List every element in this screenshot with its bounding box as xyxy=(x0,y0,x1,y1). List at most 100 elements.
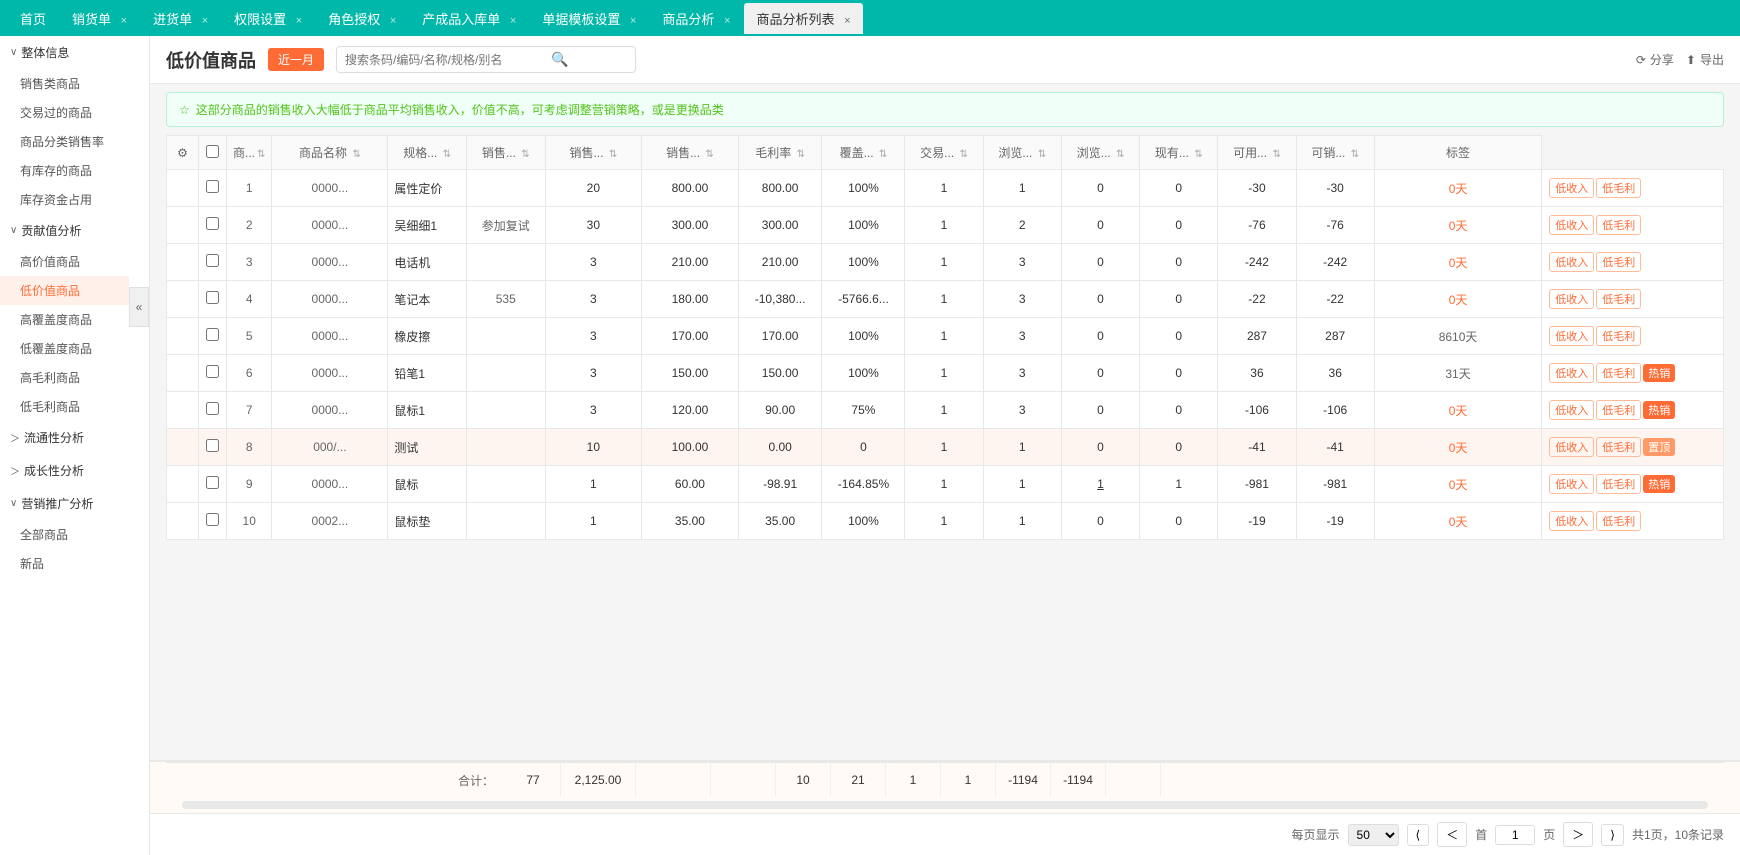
horizontal-scrollbar[interactable] xyxy=(182,801,1708,809)
nav-home[interactable]: 首页 xyxy=(8,3,58,34)
td-checkbox[interactable] xyxy=(199,466,227,503)
th-spec[interactable]: 规格... ⇅ xyxy=(388,136,467,170)
td-name[interactable]: 测试 xyxy=(388,429,467,466)
td-view1[interactable]: 0 xyxy=(1061,207,1139,244)
th-trade[interactable]: 交易... ⇅ xyxy=(905,136,983,170)
td-checkbox[interactable] xyxy=(199,318,227,355)
th-view1[interactable]: 浏览... ⇅ xyxy=(983,136,1061,170)
td-name[interactable]: 属性定价 xyxy=(388,170,467,207)
th-sale-qty[interactable]: 销售... ⇅ xyxy=(466,136,545,170)
td-checkbox[interactable] xyxy=(199,429,227,466)
nav-permissions[interactable]: 权限设置 × xyxy=(222,3,314,34)
sidebar-item-low-coverage[interactable]: 低覆盖度商品 xyxy=(0,334,129,363)
sidebar-section-growth[interactable]: ＞ 成长性分析 xyxy=(0,454,129,487)
td-view1[interactable]: 0 xyxy=(1061,170,1139,207)
row-checkbox[interactable] xyxy=(206,365,219,378)
row-checkbox[interactable] xyxy=(206,513,219,526)
last-page-button[interactable]: ⟩ xyxy=(1601,824,1624,846)
sidebar-item-high-value[interactable]: 高价值商品 xyxy=(0,247,129,276)
td-checkbox[interactable] xyxy=(199,503,227,540)
nav-roles[interactable]: 角色授权 × xyxy=(316,3,408,34)
row-checkbox[interactable] xyxy=(206,291,219,304)
sidebar-item-category-rate[interactable]: 商品分类销售率 xyxy=(0,127,129,156)
nav-analysis[interactable]: 商品分析 × xyxy=(650,3,742,34)
export-button[interactable]: ⬆ 导出 xyxy=(1686,51,1724,68)
row-checkbox[interactable] xyxy=(206,402,219,415)
td-view1[interactable]: 1 xyxy=(1061,466,1139,503)
first-page-button[interactable]: ⟨ xyxy=(1407,824,1430,846)
next-page-button[interactable]: ＞ xyxy=(1563,822,1593,847)
td-name[interactable]: 鼠标垫 xyxy=(388,503,467,540)
close-purchase-icon[interactable]: × xyxy=(202,15,208,27)
sidebar-item-high-profit[interactable]: 高毛利商品 xyxy=(0,363,129,392)
close-perm-icon[interactable]: × xyxy=(296,15,302,27)
table-container[interactable]: ⚙ 商...⇅ 商品名称 ⇅ 规格... ⇅ 销售... ⇅ 销售... ⇅ 销… xyxy=(150,135,1740,760)
share-button[interactable]: ⟳ 分享 xyxy=(1636,51,1674,68)
th-view2[interactable]: 浏览... ⇅ xyxy=(1061,136,1139,170)
th-coverage[interactable]: 覆盖... ⇅ xyxy=(822,136,905,170)
close-roles-icon[interactable]: × xyxy=(390,15,396,27)
select-all-checkbox[interactable] xyxy=(206,145,219,158)
prev-page-button[interactable]: ＜ xyxy=(1437,822,1467,847)
close-templates-icon[interactable]: × xyxy=(630,15,636,27)
sidebar-section-contribution[interactable]: ∨ 贡献值分析 xyxy=(0,214,129,247)
sidebar-item-capital[interactable]: 库存资金占用 xyxy=(0,185,129,214)
sidebar-item-stocked[interactable]: 有库存的商品 xyxy=(0,156,129,185)
nav-templates[interactable]: 单据模板设置 × xyxy=(530,3,648,34)
close-analysis-icon[interactable]: × xyxy=(724,15,730,27)
nav-products[interactable]: 产成品入库单 × xyxy=(410,3,528,34)
current-page-input[interactable] xyxy=(1495,825,1535,845)
close-analysis-list-icon[interactable]: × xyxy=(844,15,850,27)
row-checkbox[interactable] xyxy=(206,476,219,489)
nav-purchase[interactable]: 进货单 × xyxy=(141,3,220,34)
td-checkbox[interactable] xyxy=(199,244,227,281)
filter-recent-month-button[interactable]: 近一月 xyxy=(268,48,324,71)
sidebar-section-flow[interactable]: ＞ 流通性分析 xyxy=(0,421,129,454)
th-margin[interactable]: 毛利率 ⇅ xyxy=(738,136,822,170)
per-page-select[interactable]: 50 100 200 xyxy=(1348,824,1399,846)
row-checkbox[interactable] xyxy=(206,180,219,193)
td-checkbox[interactable] xyxy=(199,355,227,392)
td-view1[interactable]: 0 xyxy=(1061,244,1139,281)
sidebar-item-low-profit[interactable]: 低毛利商品 xyxy=(0,392,129,421)
sidebar-item-new-products[interactable]: 新品 xyxy=(0,549,129,578)
sidebar-item-all-products[interactable]: 全部商品 xyxy=(0,520,129,549)
nav-sales[interactable]: 销货单 × xyxy=(60,3,139,34)
th-sale-cost[interactable]: 销售... ⇅ xyxy=(642,136,739,170)
th-sale-amt[interactable]: 销售... ⇅ xyxy=(545,136,642,170)
collapse-sidebar-button[interactable]: « xyxy=(129,287,149,327)
td-name[interactable]: 笔记本 xyxy=(388,281,467,318)
sidebar-item-high-coverage[interactable]: 高覆盖度商品 xyxy=(0,305,129,334)
td-name[interactable]: 铅笔1 xyxy=(388,355,467,392)
sidebar-item-traded[interactable]: 交易过的商品 xyxy=(0,98,129,127)
close-sales-icon[interactable]: × xyxy=(121,15,127,27)
td-name[interactable]: 电话机 xyxy=(388,244,467,281)
sidebar-item-sales-products[interactable]: 销售类商品 xyxy=(0,69,129,98)
search-icon[interactable]: 🔍 xyxy=(551,51,568,68)
row-checkbox[interactable] xyxy=(206,439,219,452)
td-name[interactable]: 鼠标 xyxy=(388,466,467,503)
row-checkbox[interactable] xyxy=(206,254,219,267)
sidebar-section-overall[interactable]: ∨ 整体信息 xyxy=(0,36,129,69)
th-stock[interactable]: 现有... ⇅ xyxy=(1140,136,1218,170)
search-input[interactable] xyxy=(345,53,545,67)
td-checkbox[interactable] xyxy=(199,170,227,207)
td-view1[interactable]: 0 xyxy=(1061,281,1139,318)
td-view1[interactable]: 0 xyxy=(1061,392,1139,429)
sidebar-section-marketing[interactable]: ∨ 营销推广分析 xyxy=(0,487,129,520)
close-products-icon[interactable]: × xyxy=(510,15,516,27)
row-checkbox[interactable] xyxy=(206,328,219,341)
nav-analysis-list[interactable]: 商品分析列表 × xyxy=(744,3,862,34)
th-checkbox[interactable] xyxy=(199,136,227,170)
td-view1[interactable]: 0 xyxy=(1061,318,1139,355)
td-name[interactable]: 鼠标1 xyxy=(388,392,467,429)
td-view1[interactable]: 0 xyxy=(1061,355,1139,392)
sidebar-item-low-value[interactable]: 低价值商品 xyxy=(0,276,129,305)
td-name[interactable]: 吴细细1 xyxy=(388,207,467,244)
td-view1[interactable]: 0 xyxy=(1061,429,1139,466)
th-saleable[interactable]: 可销... ⇅ xyxy=(1296,136,1374,170)
th-name[interactable]: 商品名称 ⇅ xyxy=(272,136,388,170)
td-checkbox[interactable] xyxy=(199,207,227,244)
row-checkbox[interactable] xyxy=(206,217,219,230)
td-view1[interactable]: 0 xyxy=(1061,503,1139,540)
